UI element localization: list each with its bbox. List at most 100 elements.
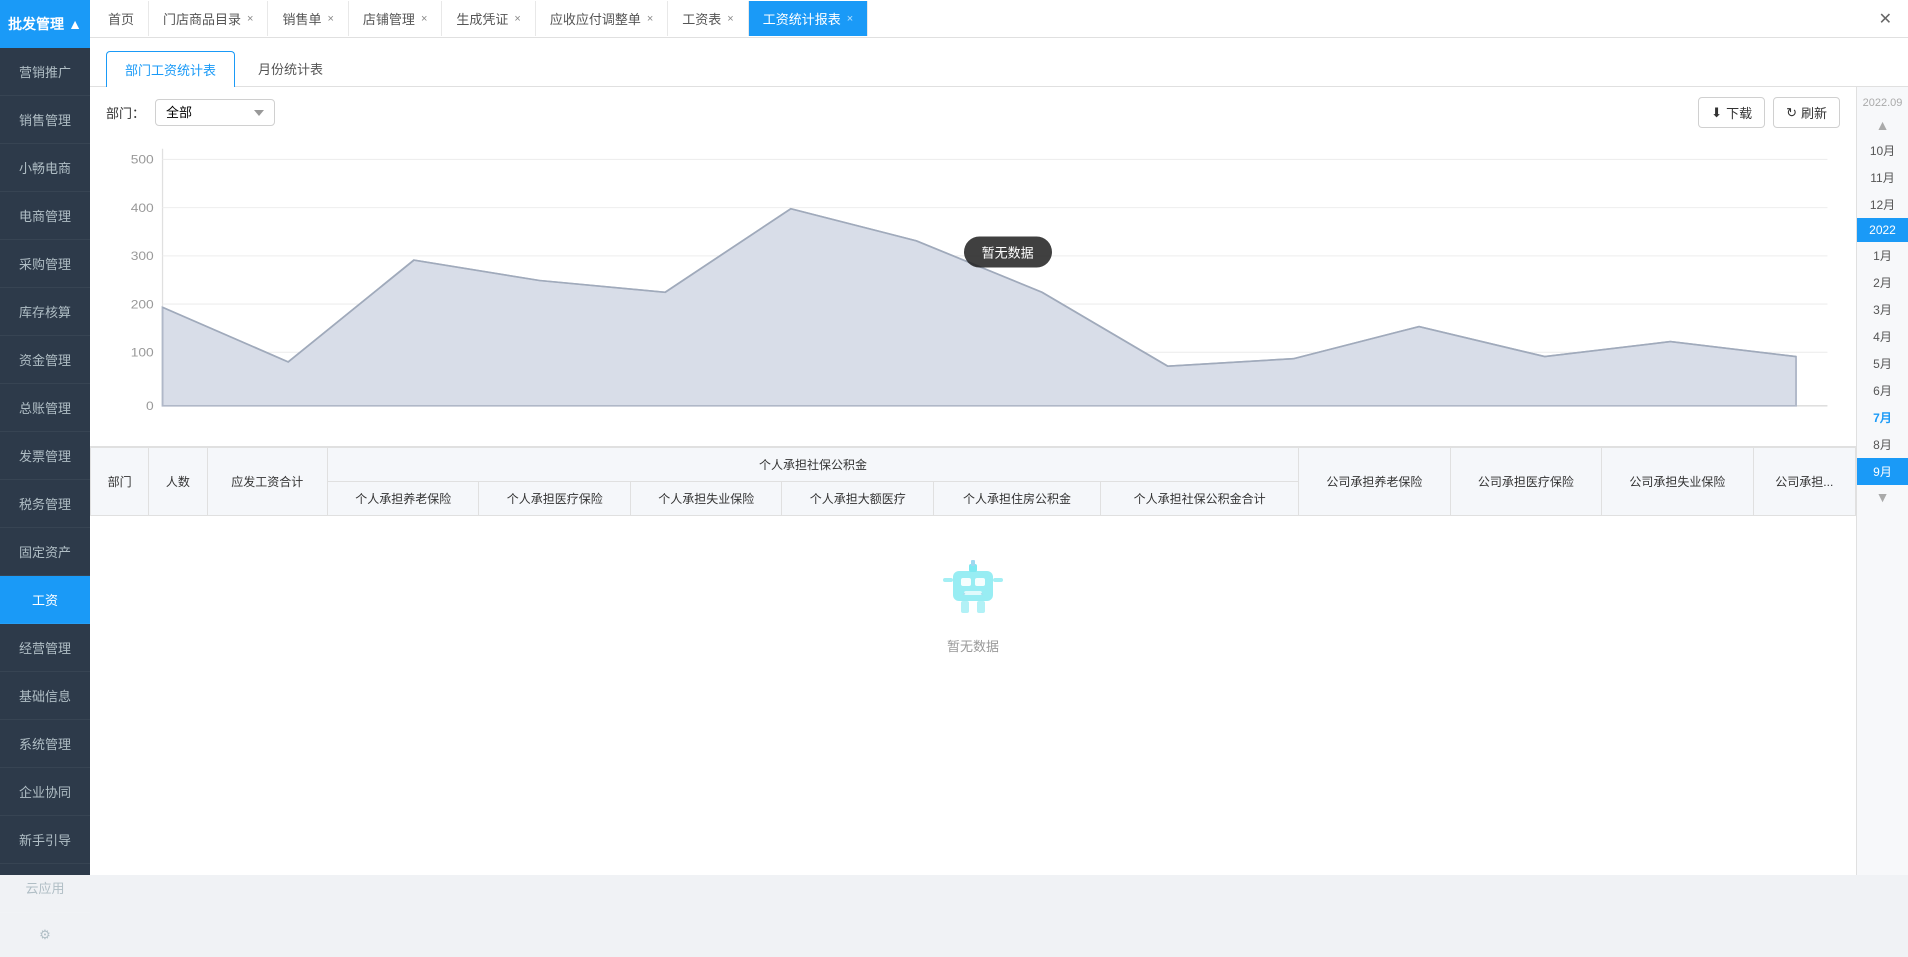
picker-month-6[interactable]: 6月 (1857, 377, 1908, 404)
inner-tab-部门工资统计表[interactable]: 部门工资统计表 (106, 51, 235, 87)
refresh-button[interactable]: ↻ 刷新 (1773, 97, 1840, 128)
tab-bar-end: ✕ (1867, 5, 1904, 33)
settings-icon: ⚙ (39, 927, 51, 942)
picker-month-4[interactable]: 4月 (1857, 323, 1908, 350)
content-body: 部门： 全部 ⬇ 下载 ↻ 刷新 (90, 87, 1908, 875)
picker-month-7[interactable]: 7月 (1857, 404, 1908, 431)
table-wrapper[interactable]: 部门 人数 应发工资合计 个人承担社保公积金 公司承担养老保险 公司承担医疗保险… (90, 446, 1856, 875)
picker-month-12[interactable]: 12月 (1857, 191, 1908, 218)
picker-arrow-down[interactable]: ▼ (1872, 485, 1894, 509)
sidebar-item-新手引导[interactable]: 新手引导 (0, 816, 90, 864)
tab-工资统计报表[interactable]: 工资统计报表 × (749, 1, 868, 36)
sidebar-item-资金管理[interactable]: 资金管理 (0, 336, 90, 384)
col-company-pension: 公司承担养老保险 (1299, 448, 1451, 516)
date-picker-panel: 2022.09 ▲ 10月 11月 12月 2022 1月 2月 3月 4月 5… (1856, 87, 1908, 875)
tab-生成凭证[interactable]: 生成凭证 × (442, 1, 535, 36)
download-label: 下载 (1726, 103, 1752, 122)
tab-label: 门店商品目录 (163, 9, 241, 28)
main-area: 首页门店商品目录×销售单×店铺管理×生成凭证×应收应付调整单×工资表×工资统计报… (90, 0, 1908, 875)
inner-tab-月份统计表[interactable]: 月份统计表 (239, 50, 342, 86)
dept-select[interactable]: 全部 (155, 99, 275, 126)
chart-container: 0 100 200 300 400 500 (106, 138, 1840, 438)
tab-店铺管理[interactable]: 店铺管理 × (349, 1, 442, 36)
tab-工资表[interactable]: 工资表 × (668, 1, 748, 36)
picker-month-11[interactable]: 11月 (1857, 164, 1908, 191)
chart-area: 0 100 200 300 400 500 (90, 138, 1856, 438)
picker-month-2[interactable]: 2月 (1857, 269, 1908, 296)
svg-text:0: 0 (146, 399, 154, 413)
chart-svg: 0 100 200 300 400 500 (106, 138, 1840, 438)
sidebar-item-工资[interactable]: 工资 (0, 576, 90, 624)
tab-label: 工资表 (682, 9, 721, 28)
tab-bar: 首页门店商品目录×销售单×店铺管理×生成凭证×应收应付调整单×工资表×工资统计报… (90, 0, 1908, 38)
col-company-other: 公司承担... (1753, 448, 1855, 516)
empty-text: 暂无数据 (947, 636, 999, 655)
picker-month-5[interactable]: 5月 (1857, 350, 1908, 377)
sidebar-item-云应用[interactable]: 云应用 (0, 864, 90, 912)
sidebar-item-销售管理[interactable]: 销售管理 (0, 96, 90, 144)
table-empty-row: 暂无数据 (91, 516, 1856, 686)
col-personal-large-medical: 个人承担大额医疗 (782, 482, 934, 516)
col-personal-housing: 个人承担住房公积金 (933, 482, 1100, 516)
picker-month-3[interactable]: 3月 (1857, 296, 1908, 323)
tab-门店商品目录[interactable]: 门店商品目录 × (149, 1, 268, 36)
col-total-wage: 应发工资合计 (207, 448, 327, 516)
picker-month-9[interactable]: 9月 (1857, 458, 1908, 485)
tab-close-icon[interactable]: × (247, 13, 253, 25)
tab-销售单[interactable]: 销售单 × (268, 1, 348, 36)
tab-首页[interactable]: 首页 (94, 1, 149, 36)
tab-close-icon[interactable]: × (421, 13, 427, 25)
tab-close-icon[interactable]: × (647, 13, 653, 25)
data-table: 部门 人数 应发工资合计 个人承担社保公积金 公司承担养老保险 公司承担医疗保险… (90, 447, 1856, 685)
col-dept: 部门 (91, 448, 149, 516)
sidebar-item-基础信息[interactable]: 基础信息 (0, 672, 90, 720)
sidebar-item-库存核算[interactable]: 库存核算 (0, 288, 90, 336)
picker-year-2022-label[interactable]: 2022.09 (1863, 93, 1903, 113)
col-personal-pension: 个人承担养老保险 (327, 482, 479, 516)
sidebar-header[interactable]: 批发管理 ▲ (0, 0, 90, 48)
download-button[interactable]: ⬇ 下载 (1698, 97, 1765, 128)
tab-label: 首页 (108, 9, 134, 28)
tab-close-icon[interactable]: × (727, 13, 733, 25)
close-all-icon[interactable]: ✕ (1875, 5, 1896, 33)
col-count: 人数 (149, 448, 207, 516)
sidebar-item-税务管理[interactable]: 税务管理 (0, 480, 90, 528)
sidebar-item-采购管理[interactable]: 采购管理 (0, 240, 90, 288)
tab-label: 销售单 (282, 9, 321, 28)
sidebar-item-发票管理[interactable]: 发票管理 (0, 432, 90, 480)
tab-label: 店铺管理 (363, 9, 415, 28)
sidebar-item-固定资产[interactable]: 固定资产 (0, 528, 90, 576)
empty-state: 暂无数据 (91, 516, 1856, 685)
sidebar-item-经营管理[interactable]: 经营管理 (0, 624, 90, 672)
sidebar: 批发管理 ▲ 营销推广销售管理小畅电商电商管理采购管理库存核算资金管理总账管理发… (0, 0, 90, 875)
svg-text:500: 500 (131, 153, 154, 167)
svg-text:200: 200 (131, 297, 154, 311)
refresh-label: 刷新 (1801, 103, 1827, 122)
sidebar-item-电商管理[interactable]: 电商管理 (0, 192, 90, 240)
empty-state-icon (933, 546, 1013, 626)
picker-arrow-up[interactable]: ▲ (1872, 113, 1894, 137)
col-company-medical: 公司承担医疗保险 (1450, 448, 1602, 516)
sidebar-item-总账管理[interactable]: 总账管理 (0, 384, 90, 432)
col-company-unemployment: 公司承担失业保险 (1602, 448, 1754, 516)
tab-close-icon[interactable]: × (847, 13, 853, 25)
tab-label: 工资统计报表 (763, 9, 841, 28)
dept-label: 部门： (106, 103, 145, 122)
tab-应收应付调整单[interactable]: 应收应付调整单× (536, 1, 668, 36)
col-personal-unemployment: 个人承担失业保险 (630, 482, 782, 516)
picker-month-8[interactable]: 8月 (1857, 431, 1908, 458)
sidebar-item-营销推广[interactable]: 营销推广 (0, 48, 90, 96)
tab-label: 生成凭证 (456, 9, 508, 28)
picker-year-2022-marker[interactable]: 2022 (1857, 218, 1908, 242)
tab-close-icon[interactable]: × (327, 13, 333, 25)
sidebar-item-企业协同[interactable]: 企业协同 (0, 768, 90, 816)
tab-close-icon[interactable]: × (514, 13, 520, 25)
svg-text:400: 400 (131, 201, 154, 215)
svg-text:100: 100 (131, 346, 154, 360)
sidebar-item-小畅电商[interactable]: 小畅电商 (0, 144, 90, 192)
picker-month-1[interactable]: 1月 (1857, 242, 1908, 269)
sidebar-settings[interactable]: ⚙ (0, 912, 90, 957)
picker-month-10[interactable]: 10月 (1857, 137, 1908, 164)
refresh-icon: ↻ (1786, 105, 1797, 121)
sidebar-item-系统管理[interactable]: 系统管理 (0, 720, 90, 768)
